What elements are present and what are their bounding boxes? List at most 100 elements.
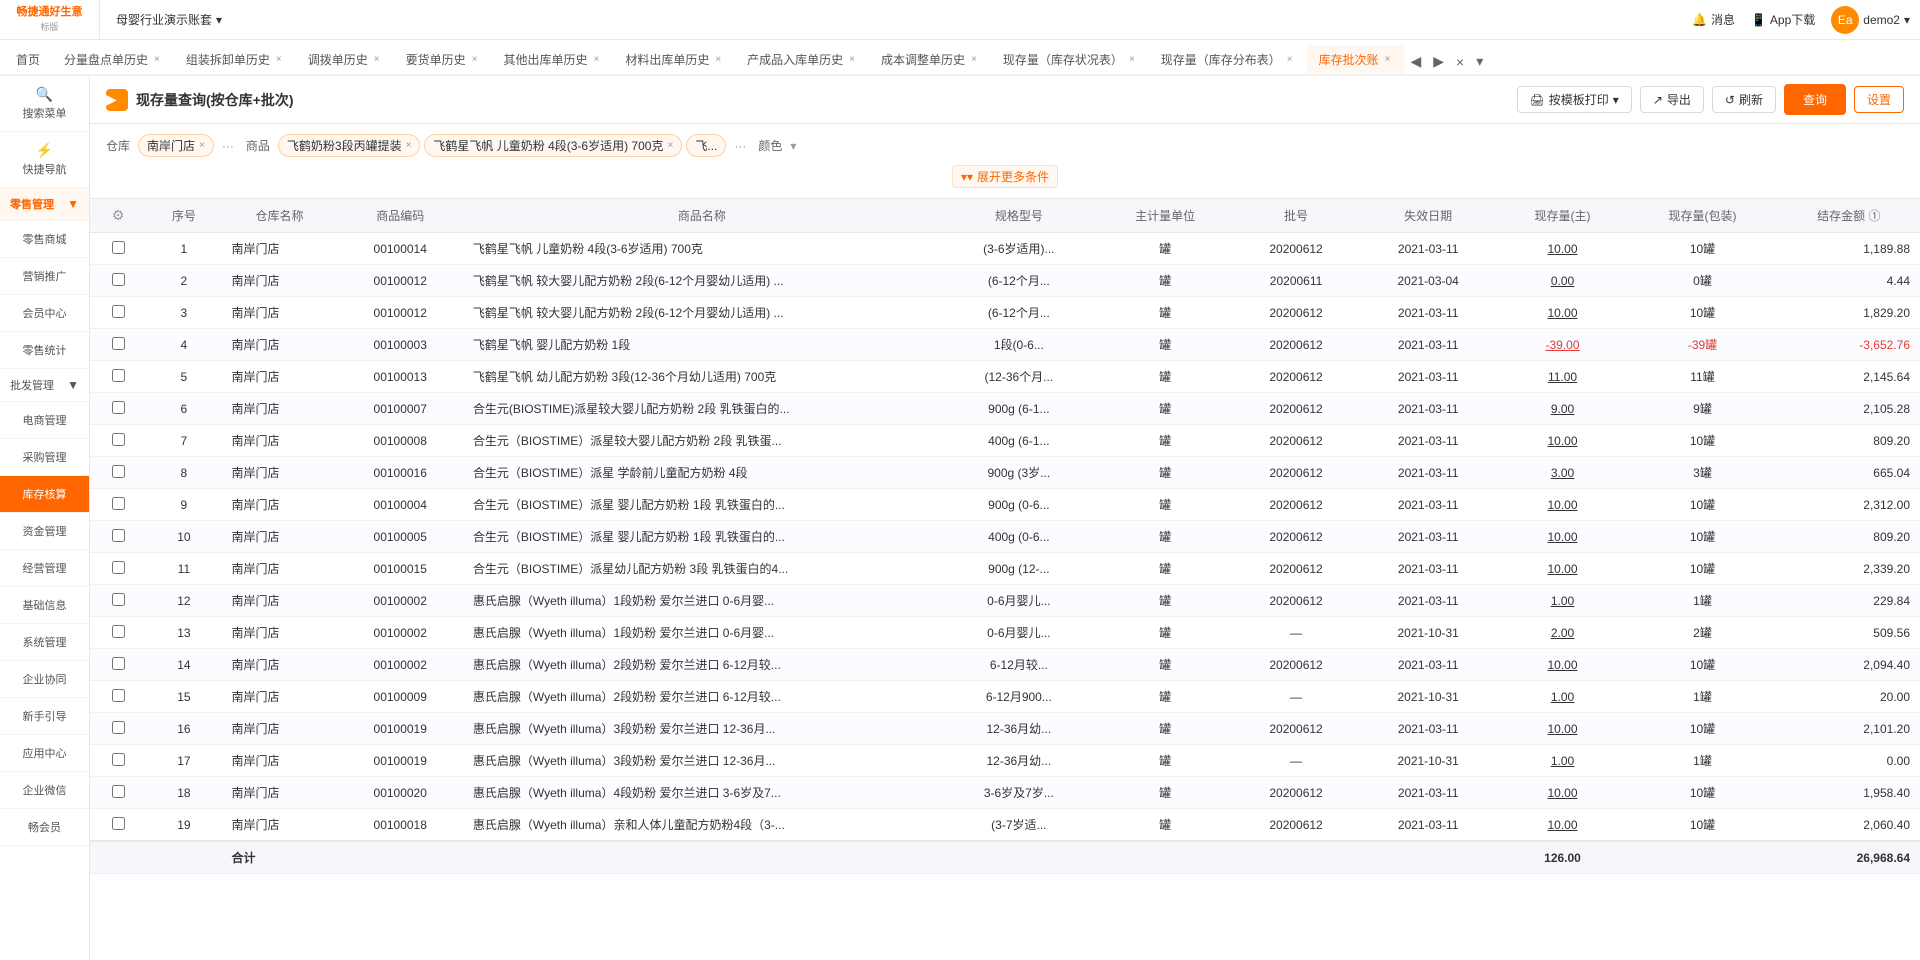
row-checkbox[interactable] <box>112 657 125 670</box>
sidebar-item-enterprise-wx[interactable]: 企业微信 <box>0 772 89 809</box>
row-checkbox[interactable] <box>112 689 125 702</box>
sidebar-item-quick-nav[interactable]: ⚡ 快捷导航 <box>0 132 89 188</box>
org-selector[interactable]: 母婴行业演示账套 ▾ <box>108 7 230 32</box>
tab-other-out[interactable]: 其他出库单历史 × <box>491 45 613 76</box>
tab-close-current[interactable]: × <box>1450 50 1470 74</box>
cell-checkbox[interactable] <box>90 553 146 585</box>
sidebar-item-marketing[interactable]: 营销推广 <box>0 258 89 295</box>
col-settings[interactable]: ⚙ <box>90 199 146 233</box>
row-checkbox[interactable] <box>112 369 125 382</box>
tag-close-icon[interactable]: × <box>667 140 673 151</box>
row-checkbox[interactable] <box>112 401 125 414</box>
filter-more-btn[interactable]: ··· <box>734 139 746 153</box>
filter-more-btn[interactable]: ··· <box>222 139 234 153</box>
cell-checkbox[interactable] <box>90 361 146 393</box>
cell-checkbox[interactable] <box>90 265 146 297</box>
tab-close-icon[interactable]: × <box>713 54 723 65</box>
cell-checkbox[interactable] <box>90 329 146 361</box>
sidebar-item-system[interactable]: 系统管理 <box>0 624 89 661</box>
cell-checkbox[interactable] <box>90 617 146 649</box>
row-checkbox[interactable] <box>112 721 125 734</box>
row-checkbox[interactable] <box>112 337 125 350</box>
sidebar-item-search[interactable]: 🔍 搜索菜单 <box>0 76 89 132</box>
row-checkbox[interactable] <box>112 529 125 542</box>
sidebar-item-ecommerce[interactable]: 电商管理 <box>0 402 89 439</box>
sidebar-item-basic[interactable]: 基础信息 <box>0 587 89 624</box>
query-btn[interactable]: 查询 <box>1784 84 1846 115</box>
tab-close-icon[interactable]: × <box>1127 54 1137 65</box>
message-btn[interactable]: 🔔 消息 <box>1692 11 1735 28</box>
row-checkbox[interactable] <box>112 273 125 286</box>
sidebar-item-app-center[interactable]: 应用中心 <box>0 735 89 772</box>
user-profile[interactable]: Ea demo2 ▾ <box>1831 6 1910 34</box>
tag-close-icon[interactable]: × <box>406 140 412 151</box>
cell-checkbox[interactable] <box>90 521 146 553</box>
row-checkbox[interactable] <box>112 465 125 478</box>
cell-checkbox[interactable] <box>90 489 146 521</box>
tab-product-in[interactable]: 产成品入库单历史 × <box>735 45 869 76</box>
tab-close-icon[interactable]: × <box>372 54 382 65</box>
cell-checkbox[interactable] <box>90 457 146 489</box>
tab-menu[interactable]: ▾ <box>1470 49 1489 74</box>
sidebar-item-enterprise[interactable]: 企业协同 <box>0 661 89 698</box>
row-checkbox[interactable] <box>112 305 125 318</box>
tab-combo[interactable]: 组装拆卸单历史 × <box>174 45 296 76</box>
cell-checkbox[interactable] <box>90 809 146 842</box>
tab-close-icon[interactable]: × <box>470 54 480 65</box>
tab-close-icon[interactable]: × <box>591 54 601 65</box>
tab-material-out[interactable]: 材料出库单历史 × <box>613 45 735 76</box>
cell-checkbox[interactable] <box>90 745 146 777</box>
row-checkbox[interactable] <box>112 817 125 830</box>
template-print-btn[interactable]: 🖨 按模板打印 ▾ <box>1517 86 1632 113</box>
tab-batch-entry[interactable]: 库存批次账 × <box>1307 45 1405 76</box>
tab-close-icon[interactable]: × <box>847 54 857 65</box>
cell-checkbox[interactable] <box>90 393 146 425</box>
row-checkbox[interactable] <box>112 625 125 638</box>
tab-order[interactable]: 要货单历史 × <box>394 45 492 76</box>
tab-nav-right[interactable]: ▶ <box>1427 49 1450 74</box>
tab-stock-dist[interactable]: 现存量（库存分布表） × <box>1149 45 1307 76</box>
export-btn[interactable]: ↗ 导出 <box>1640 86 1704 113</box>
tab-close-icon[interactable]: × <box>1285 54 1295 65</box>
tab-split-stock[interactable]: 分量盘点单历史 × <box>52 45 174 76</box>
tag-close-icon[interactable]: × <box>199 140 205 151</box>
cell-checkbox[interactable] <box>90 777 146 809</box>
tab-nav-left[interactable]: ◀ <box>1404 49 1427 74</box>
sidebar-item-operations[interactable]: 经营管理 <box>0 550 89 587</box>
row-checkbox[interactable] <box>112 753 125 766</box>
cell-checkbox[interactable] <box>90 713 146 745</box>
sidebar-item-wholesale[interactable]: 批发管理 ▼ <box>0 369 89 402</box>
sidebar-item-retail-shop[interactable]: 零售商城 <box>0 221 89 258</box>
settings-btn[interactable]: 设置 <box>1854 86 1904 113</box>
cell-checkbox[interactable] <box>90 681 146 713</box>
row-checkbox[interactable] <box>112 561 125 574</box>
expand-btn[interactable]: ▶ <box>106 89 128 111</box>
tab-close-icon[interactable]: × <box>274 54 284 65</box>
row-checkbox[interactable] <box>112 433 125 446</box>
sidebar-item-retail-stats[interactable]: 零售统计 <box>0 332 89 369</box>
tab-stock-status[interactable]: 现存量（库存状况表） × <box>991 45 1149 76</box>
sidebar-item-finance[interactable]: 资金管理 <box>0 513 89 550</box>
row-checkbox[interactable] <box>112 497 125 510</box>
cell-checkbox[interactable] <box>90 585 146 617</box>
settings-icon[interactable]: ⚙ <box>112 207 125 223</box>
tab-recall[interactable]: 调拨单历史 × <box>296 45 394 76</box>
refresh-btn[interactable]: ↺ 刷新 <box>1712 86 1776 113</box>
tab-home[interactable]: 首页 <box>4 45 52 76</box>
tab-close-icon[interactable]: × <box>969 54 979 65</box>
row-checkbox[interactable] <box>112 241 125 254</box>
sidebar-item-new-guide[interactable]: 新手引导 <box>0 698 89 735</box>
sidebar-item-inventory[interactable]: 库存核算 <box>0 476 89 513</box>
cell-checkbox[interactable] <box>90 233 146 265</box>
expand-more-btn[interactable]: ▾▾ 展开更多条件 <box>952 165 1058 188</box>
app-download-btn[interactable]: 📱 App下载 <box>1751 11 1815 28</box>
sidebar-item-member2[interactable]: 畅会员 <box>0 809 89 846</box>
tab-cost-adjust[interactable]: 成本调整单历史 × <box>869 45 991 76</box>
sidebar-item-retail-mgmt[interactable]: 零售管理 ▼ <box>0 188 89 221</box>
sidebar-item-member[interactable]: 会员中心 <box>0 295 89 332</box>
cell-checkbox[interactable] <box>90 649 146 681</box>
sidebar-item-purchase[interactable]: 采购管理 <box>0 439 89 476</box>
tab-close-icon[interactable]: × <box>1383 54 1393 65</box>
tab-close-icon[interactable]: × <box>152 54 162 65</box>
cell-checkbox[interactable] <box>90 297 146 329</box>
